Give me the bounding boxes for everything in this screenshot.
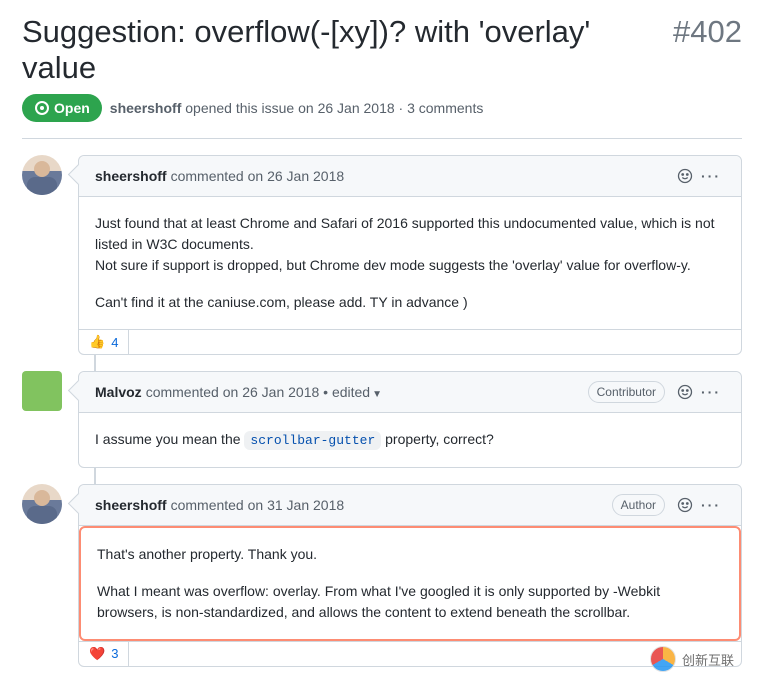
author-badge: Author (612, 494, 665, 516)
comment-text: Just found that at least Chrome and Safa… (95, 215, 715, 252)
more-actions-button[interactable]: ··· (697, 493, 725, 517)
comment-date[interactable]: on 31 Jan 2018 (248, 497, 345, 513)
emoji-reaction-button[interactable] (673, 380, 697, 404)
watermark-text: 创新互联 (682, 650, 734, 669)
more-actions-button[interactable]: ··· (697, 164, 725, 188)
commented-label: commented (171, 497, 244, 513)
comment-count: 3 comments (407, 100, 483, 116)
issue-opener[interactable]: sheershoff (110, 100, 182, 116)
comment-date[interactable]: on 26 Jan 2018 (248, 168, 345, 184)
issue-title: Suggestion: overflow(-[xy])? with 'overl… (22, 14, 665, 86)
commented-label: commented (171, 168, 244, 184)
opened-verb: opened this issue (185, 100, 294, 116)
comment-date[interactable]: on 26 Jan 2018 (223, 384, 320, 400)
comment: sheershoff commented on 26 Jan 2018 ··· … (78, 155, 742, 355)
emoji-reaction-button[interactable] (673, 493, 697, 517)
comment-text: property, correct? (381, 431, 494, 447)
emoji-reaction-button[interactable] (673, 164, 697, 188)
reaction-count: 4 (111, 335, 118, 350)
state-open-badge: Open (22, 94, 102, 122)
comment: Malvoz commented on 26 Jan 2018 • edited… (78, 371, 742, 468)
edited-indicator[interactable]: edited▼ (332, 384, 382, 400)
comment-text: What I meant was overflow: overlay. From… (97, 581, 723, 623)
comment-text: That's another property. Thank you. (97, 544, 723, 565)
comment-author[interactable]: sheershoff (95, 168, 167, 184)
thumbsup-icon: 👍 (89, 334, 105, 350)
opened-date[interactable]: on 26 Jan 2018 (298, 100, 395, 116)
issue-meta: Open sheershoff opened this issue on 26 … (22, 94, 742, 139)
more-actions-button[interactable]: ··· (697, 380, 725, 404)
watermark: 创新互联 (650, 646, 734, 672)
comment-author[interactable]: sheershoff (95, 497, 167, 513)
reaction-count: 3 (111, 646, 118, 661)
comment-text: Can't find it at the caniuse.com, please… (95, 292, 725, 313)
heart-icon: ❤️ (89, 646, 105, 662)
commented-label: commented (146, 384, 219, 400)
avatar[interactable] (22, 371, 62, 411)
watermark-logo-icon (650, 646, 676, 672)
highlighted-body: That's another property. Thank you. What… (79, 526, 741, 641)
reaction-heart[interactable]: ❤️ 3 (79, 642, 129, 666)
contributor-badge: Contributor (588, 381, 665, 403)
comment-text: I assume you mean the (95, 431, 244, 447)
code-inline: scrollbar-gutter (244, 431, 381, 450)
avatar[interactable] (22, 155, 62, 195)
issue-number: #402 (673, 14, 742, 50)
comment-text: Not sure if support is dropped, but Chro… (95, 257, 691, 273)
avatar[interactable] (22, 484, 62, 524)
state-label: Open (54, 100, 90, 116)
issue-open-icon (34, 100, 50, 116)
comment-author[interactable]: Malvoz (95, 384, 142, 400)
reaction-thumbsup[interactable]: 👍 4 (79, 330, 129, 354)
comment: sheershoff commented on 31 Jan 2018 Auth… (78, 484, 742, 667)
